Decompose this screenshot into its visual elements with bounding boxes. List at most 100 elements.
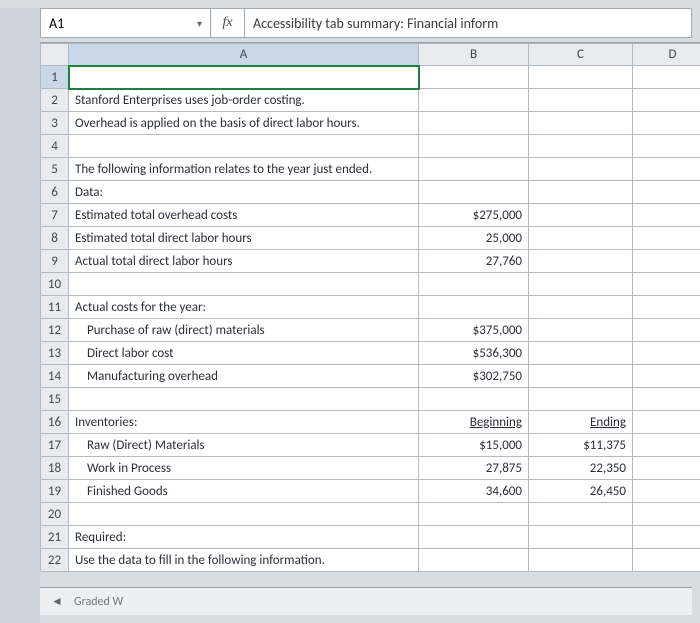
cell[interactable]: Actual total direct labor hours: [69, 250, 419, 273]
cell[interactable]: [529, 250, 633, 273]
cell[interactable]: [69, 503, 419, 526]
name-box[interactable]: A1 ▾: [41, 9, 211, 37]
cell[interactable]: [633, 549, 700, 572]
cell[interactable]: [633, 89, 700, 112]
row-header[interactable]: 9: [41, 250, 69, 273]
row-header[interactable]: 13: [41, 342, 69, 365]
cell[interactable]: Ending: [529, 411, 633, 434]
select-all-corner[interactable]: [41, 44, 69, 66]
cell[interactable]: [633, 480, 700, 503]
cell[interactable]: [529, 204, 633, 227]
cell[interactable]: [633, 342, 700, 365]
cell[interactable]: [529, 342, 633, 365]
cell[interactable]: [633, 66, 700, 89]
cell[interactable]: Estimated total direct labor hours: [69, 227, 419, 250]
cell[interactable]: 34,600: [419, 480, 529, 503]
cell[interactable]: Raw (Direct) Materials: [69, 434, 419, 457]
cell[interactable]: $275,000: [419, 204, 529, 227]
cell[interactable]: Inventories:: [69, 411, 419, 434]
row-header[interactable]: 14: [41, 365, 69, 388]
cell[interactable]: [419, 549, 529, 572]
cell[interactable]: $536,300: [419, 342, 529, 365]
cell[interactable]: [419, 66, 529, 89]
cell[interactable]: [633, 434, 700, 457]
cell[interactable]: [633, 457, 700, 480]
row-header[interactable]: 8: [41, 227, 69, 250]
cell[interactable]: $302,750: [419, 365, 529, 388]
cell[interactable]: [529, 526, 633, 549]
cell[interactable]: [419, 388, 529, 411]
column-header-A[interactable]: A: [69, 44, 419, 66]
cell[interactable]: [419, 112, 529, 135]
cell[interactable]: Estimated total overhead costs: [69, 204, 419, 227]
sheet-tab-partial[interactable]: Graded W: [74, 595, 123, 609]
cell[interactable]: [419, 135, 529, 158]
cell[interactable]: [633, 181, 700, 204]
column-header-C[interactable]: C: [529, 44, 633, 66]
cell[interactable]: [419, 158, 529, 181]
cell[interactable]: [69, 66, 419, 89]
row-header[interactable]: 20: [41, 503, 69, 526]
cell[interactable]: Manufacturing overhead: [69, 365, 419, 388]
spreadsheet-grid[interactable]: A B C D 12Stanford Enterprises uses job-…: [40, 42, 700, 572]
cell[interactable]: [529, 112, 633, 135]
cell[interactable]: [633, 411, 700, 434]
row-header[interactable]: 10: [41, 273, 69, 296]
cell[interactable]: Stanford Enterprises uses job-order cost…: [69, 89, 419, 112]
cell[interactable]: [419, 503, 529, 526]
cell[interactable]: [529, 388, 633, 411]
cell[interactable]: 27,875: [419, 457, 529, 480]
cell[interactable]: [529, 319, 633, 342]
cell[interactable]: [419, 89, 529, 112]
cell[interactable]: [529, 181, 633, 204]
cell[interactable]: [633, 503, 700, 526]
cell[interactable]: Required:: [69, 526, 419, 549]
row-header[interactable]: 4: [41, 135, 69, 158]
cell[interactable]: [633, 112, 700, 135]
row-header[interactable]: 22: [41, 549, 69, 572]
column-header-D[interactable]: D: [633, 44, 700, 66]
row-header[interactable]: 16: [41, 411, 69, 434]
cell[interactable]: The following information relates to the…: [69, 158, 419, 181]
cell[interactable]: [419, 273, 529, 296]
cell[interactable]: [633, 388, 700, 411]
cell[interactable]: [529, 296, 633, 319]
cell[interactable]: [633, 526, 700, 549]
cell[interactable]: [529, 549, 633, 572]
row-header[interactable]: 18: [41, 457, 69, 480]
cell[interactable]: 27,760: [419, 250, 529, 273]
cell[interactable]: [69, 273, 419, 296]
cell[interactable]: $375,000: [419, 319, 529, 342]
cell[interactable]: Finished Goods: [69, 480, 419, 503]
cell[interactable]: [419, 526, 529, 549]
row-header[interactable]: 21: [41, 526, 69, 549]
row-header[interactable]: 1: [41, 66, 69, 89]
cell[interactable]: $15,000: [419, 434, 529, 457]
cell[interactable]: [633, 204, 700, 227]
row-header[interactable]: 2: [41, 89, 69, 112]
row-header[interactable]: 19: [41, 480, 69, 503]
cell[interactable]: Overhead is applied on the basis of dire…: [69, 112, 419, 135]
chevron-down-icon[interactable]: ▾: [197, 17, 202, 30]
cell[interactable]: [529, 135, 633, 158]
cell[interactable]: Use the data to fill in the following in…: [69, 549, 419, 572]
row-header[interactable]: 15: [41, 388, 69, 411]
fx-button[interactable]: fx: [211, 9, 245, 37]
cell[interactable]: [69, 135, 419, 158]
cell[interactable]: [529, 227, 633, 250]
cell[interactable]: Beginning: [419, 411, 529, 434]
row-header[interactable]: 12: [41, 319, 69, 342]
cell[interactable]: Data:: [69, 181, 419, 204]
cell[interactable]: Actual costs for the year:: [69, 296, 419, 319]
tab-nav-left-icon[interactable]: ◄: [48, 594, 66, 609]
cell[interactable]: [633, 227, 700, 250]
cell[interactable]: 25,000: [419, 227, 529, 250]
cell[interactable]: $11,375: [529, 434, 633, 457]
row-header[interactable]: 17: [41, 434, 69, 457]
cell[interactable]: [529, 158, 633, 181]
cell[interactable]: [633, 365, 700, 388]
column-header-B[interactable]: B: [419, 44, 529, 66]
cell[interactable]: 22,350: [529, 457, 633, 480]
cell[interactable]: Purchase of raw (direct) materials: [69, 319, 419, 342]
row-header[interactable]: 7: [41, 204, 69, 227]
